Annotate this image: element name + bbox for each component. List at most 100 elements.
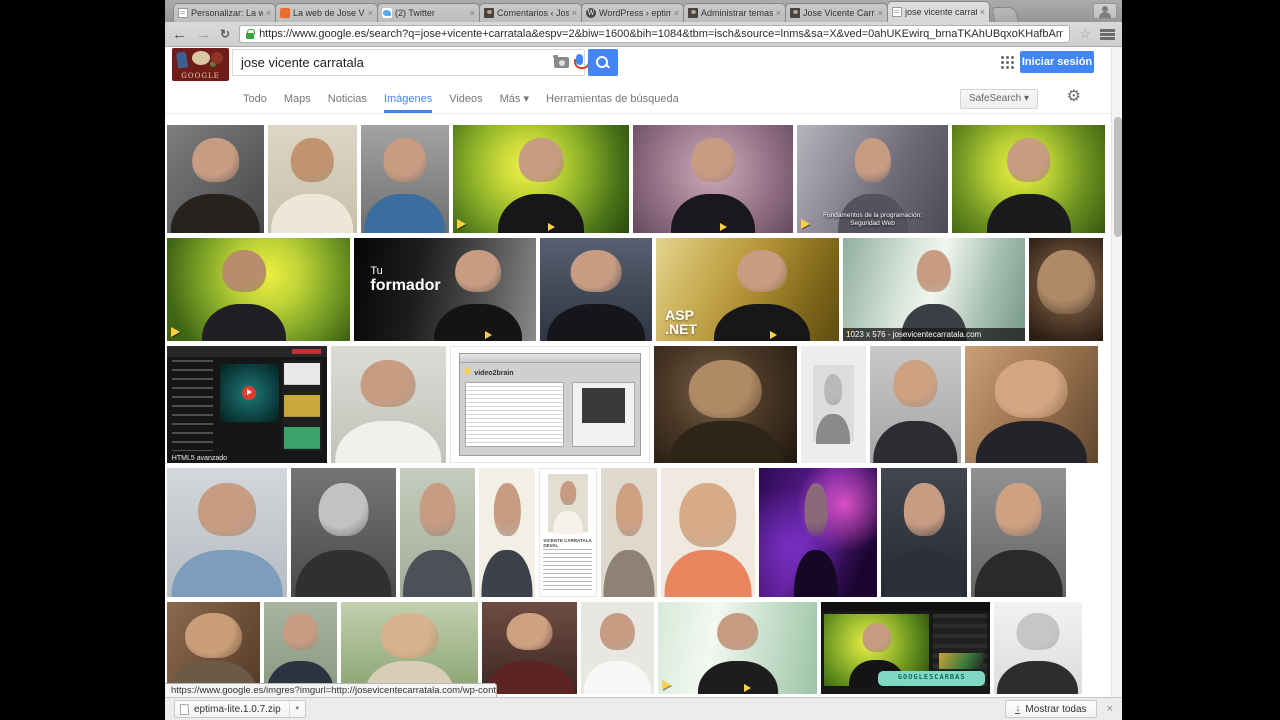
tab-close-icon[interactable]: × [674,8,679,18]
person-figure [884,483,964,597]
image-result[interactable] [167,468,287,597]
image-result[interactable] [581,602,654,694]
image-result[interactable]: ASP .NET [656,238,839,341]
image-result[interactable] [453,125,629,233]
shelf-close-icon[interactable]: × [1107,703,1113,715]
browser-tab-3[interactable]: (2) Twitter × [377,3,480,22]
image-result[interactable] [167,602,260,694]
nav-item-m-s-[interactable]: Más ▾ [500,84,529,113]
show-all-downloads-button[interactable]: ↓ Mostrar todas [1005,700,1097,718]
image-result[interactable] [952,125,1105,233]
signin-button[interactable]: Iniciar sesión [1020,51,1094,73]
image-result[interactable] [264,602,337,694]
nav-item-todo[interactable]: Todo [243,84,267,113]
image-result[interactable] [759,468,877,597]
scrollbar-thumb[interactable] [1113,117,1122,237]
tab-close-icon[interactable]: × [980,7,985,17]
secure-padlock-icon[interactable] [246,28,256,39]
tab-title: La web de Jose Vicente | C [293,8,365,18]
image-result[interactable] [341,602,478,694]
image-result[interactable]: HTML5 avanzado [167,346,327,463]
image-result[interactable] [268,125,357,233]
nav-item-maps[interactable]: Maps [284,84,311,113]
new-tab-button[interactable] [991,7,1019,22]
person-body [552,511,583,535]
image-result[interactable] [965,346,1098,463]
tab-close-icon[interactable]: × [572,8,577,18]
back-button[interactable]: ← [172,27,187,42]
person-head [737,250,788,293]
safesearch-dropdown[interactable]: SafeSearch ▾ [959,89,1038,109]
image-result[interactable]: GOOGLESCARBAS [821,602,990,694]
search-button[interactable] [588,49,618,76]
image-result[interactable] [167,125,264,233]
gear-icon[interactable]: ⚙ [1067,86,1081,106]
browser-tab-1[interactable]: Personalizar: La web de Jo× [173,3,276,22]
image-result[interactable] [361,125,449,233]
tab-close-icon[interactable]: × [266,8,271,18]
profile-button[interactable] [1093,3,1117,19]
url-text[interactable]: https://www.google.es/search?q=jose+vice… [259,28,1063,40]
person-figure [481,483,533,597]
person-body [975,420,1088,463]
browser-tab-4[interactable]: Comentarios ‹ Jose Vicent× [479,3,582,22]
image-result[interactable] [167,238,350,341]
browser-tab-5[interactable]: WWordPress › eptima « Tem× [581,3,684,22]
image-result[interactable] [870,346,961,463]
google-apps-grid-icon[interactable] [1000,55,1014,69]
image-result[interactable] [482,602,577,694]
person-head [862,622,892,652]
image-result[interactable] [971,468,1066,597]
bookmark-star-icon[interactable]: ☆ [1079,26,1091,42]
nav-item-im-genes[interactable]: Imágenes [383,84,433,113]
image-result[interactable] [291,468,396,597]
nav-item-herramientas-de-b-squeda[interactable]: Herramientas de búsqueda [546,84,679,113]
search-by-image-camera-icon[interactable] [553,55,569,68]
image-result[interactable] [661,468,755,597]
image-result[interactable] [540,238,652,341]
download-filename[interactable]: eptima-lite.1.0.7.zip [194,704,289,715]
tab-title: jose vicente carratala - B [905,7,977,17]
image-result[interactable]: VICENTE CARRATALA DEVAL [539,468,597,597]
voice-search-mic-icon[interactable] [573,54,590,69]
tab-close-icon[interactable]: × [470,8,475,18]
image-result[interactable] [400,468,475,597]
scrollbar[interactable] [1111,47,1122,720]
nav-item-noticias[interactable]: Noticias [328,84,367,113]
app-preview-panel [571,382,635,448]
search-input[interactable]: jose vicente carratala [232,49,585,76]
chrome-menu-icon[interactable] [1100,28,1115,40]
google-doodle-logo[interactable]: GOOGLE [172,48,229,81]
image-result[interactable]: video2brain [450,346,650,463]
image-result[interactable] [994,602,1082,694]
tab-close-icon[interactable]: × [368,8,373,18]
person-head [854,137,891,182]
person-figure [974,483,1063,597]
image-result[interactable] [654,346,797,463]
person-figure [547,250,645,341]
browser-tab-8[interactable]: jose vicente carratala - B× [887,1,990,22]
browser-tab-7[interactable]: Jose Vicente Carratala - P× [785,3,888,22]
nav-item-videos[interactable]: Videos [449,84,482,113]
person-head [360,360,416,408]
image-result[interactable] [881,468,967,597]
image-result[interactable] [633,125,793,233]
reload-button[interactable]: ↻ [220,27,230,41]
image-result[interactable] [1029,238,1103,341]
image-result[interactable]: 1023 x 576 - josevicentecarratala.com [843,238,1025,341]
download-item[interactable]: eptima-lite.1.0.7.zip ▼ [174,700,306,718]
image-result[interactable] [601,468,657,597]
tab-close-icon[interactable]: × [878,8,883,18]
image-result[interactable] [801,346,866,463]
image-result[interactable] [658,602,817,694]
forward-button[interactable]: → [196,27,211,42]
image-result[interactable]: Tu formador [354,238,536,341]
address-bar[interactable]: https://www.google.es/search?q=jose+vice… [239,25,1071,43]
download-caret-icon[interactable]: ▼ [288,701,305,717]
image-result[interactable] [331,346,446,463]
image-result[interactable]: Fundamentos de la programación: Seguridad… [797,125,948,233]
browser-tab-2[interactable]: La web de Jose Vicente | C× [275,3,378,22]
tab-close-icon[interactable]: × [776,8,781,18]
image-result[interactable] [479,468,535,597]
browser-tab-6[interactable]: Administrar temas ‹ Jose V× [683,3,786,22]
